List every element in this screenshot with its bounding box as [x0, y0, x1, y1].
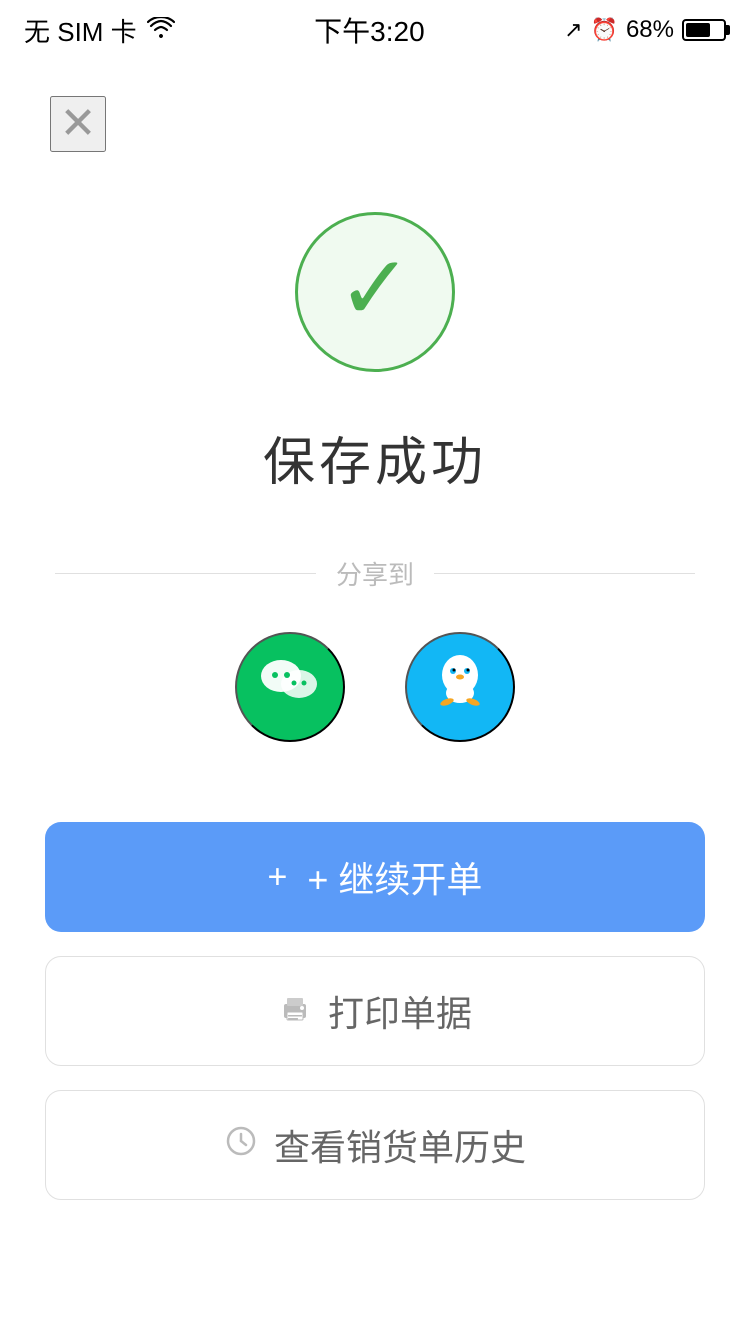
no-sim-label: 无 SIM 卡	[24, 12, 137, 49]
share-label: 分享到	[336, 555, 414, 592]
share-qq-button[interactable]	[405, 632, 515, 742]
main-content: ✕ ✓ 保存成功 分享到	[0, 60, 750, 1334]
clock-icon	[224, 1124, 258, 1167]
checkmark-icon: ✓	[337, 244, 412, 334]
status-right: ↗ ⏰ 68%	[564, 16, 726, 44]
history-label: 查看销货单历史	[274, 1119, 526, 1171]
divider-right	[434, 573, 695, 574]
continue-button[interactable]: + + 继续开单	[45, 822, 705, 932]
wifi-icon	[147, 15, 175, 46]
wechat-icon	[257, 650, 323, 724]
battery-icon	[682, 16, 726, 44]
success-title: 保存成功	[263, 420, 487, 495]
share-divider: 分享到	[55, 555, 695, 592]
status-time: 下午3:20	[314, 10, 425, 50]
status-bar: 无 SIM 卡 下午3:20 ↗ ⏰ 68%	[0, 0, 750, 60]
action-buttons: + + 继续开单 打印单据	[45, 822, 705, 1200]
continue-label: + 继续开单	[307, 851, 482, 903]
status-left: 无 SIM 卡	[24, 12, 175, 49]
divider-left	[55, 573, 316, 574]
battery-percent: 68%	[626, 16, 674, 44]
printer-icon	[278, 990, 312, 1033]
share-wechat-button[interactable]	[235, 632, 345, 742]
alarm-icon: ⏰	[591, 17, 618, 43]
close-icon: ✕	[60, 102, 97, 146]
print-label: 打印单据	[328, 985, 472, 1037]
plus-icon: +	[268, 858, 288, 897]
success-icon-circle: ✓	[295, 212, 455, 372]
print-button[interactable]: 打印单据	[45, 956, 705, 1066]
share-icons-row	[235, 632, 515, 742]
close-button[interactable]: ✕	[50, 96, 106, 152]
location-icon: ↗	[564, 17, 582, 43]
history-button[interactable]: 查看销货单历史	[45, 1090, 705, 1200]
qq-icon	[427, 647, 493, 727]
